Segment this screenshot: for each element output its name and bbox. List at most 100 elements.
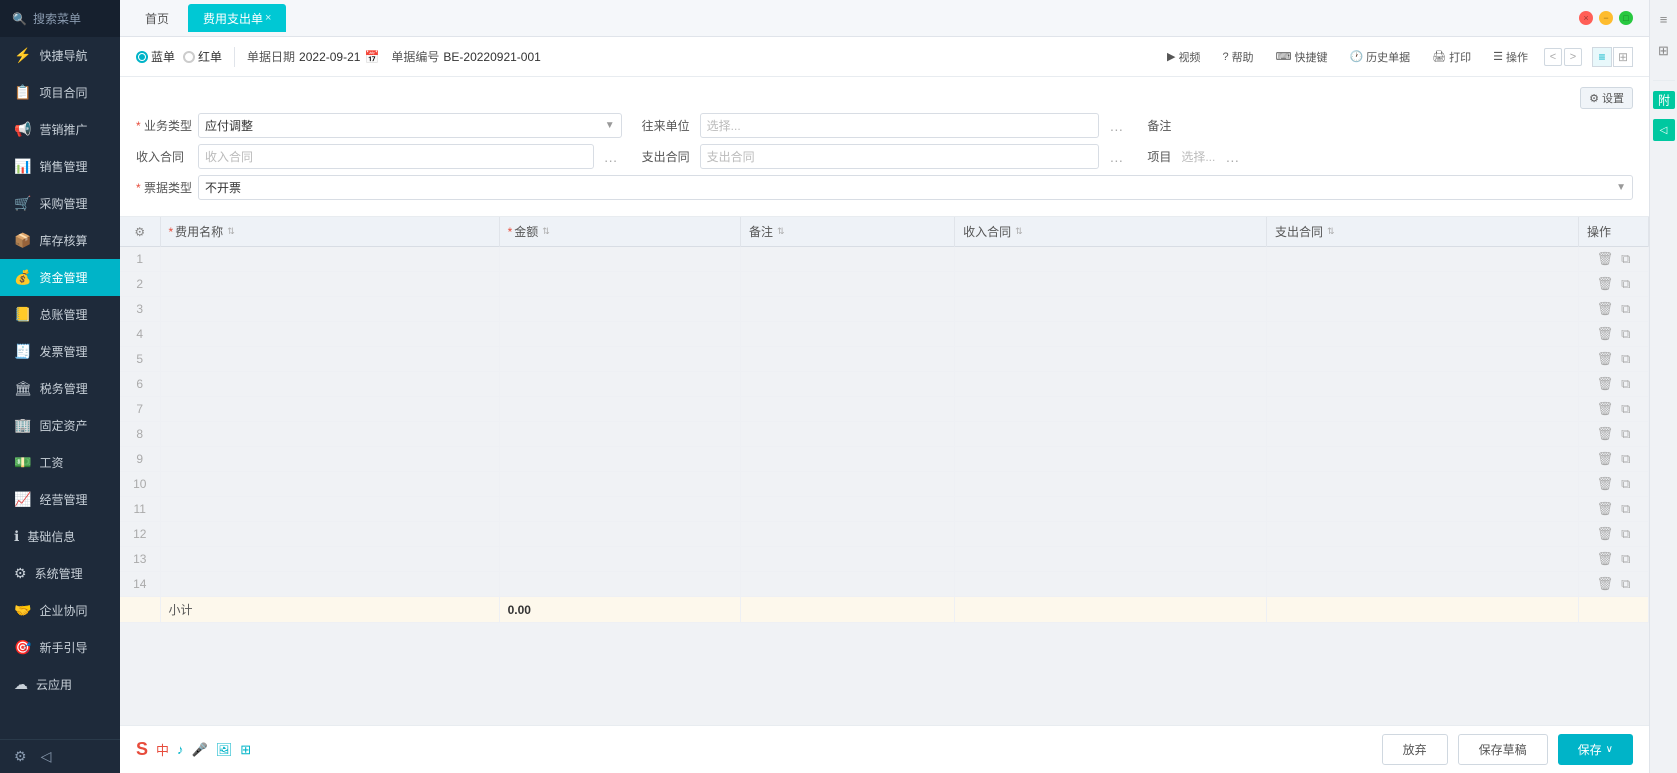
sidebar-item-operations[interactable]: 📈 经营管理 — [0, 481, 120, 518]
row-remark-8[interactable] — [740, 422, 954, 447]
row-remark-9[interactable] — [740, 447, 954, 472]
shortcut-button[interactable]: ⌨ 快捷键 — [1270, 47, 1334, 67]
row-remark-1[interactable] — [740, 247, 954, 272]
row-expense-name-11[interactable] — [160, 497, 499, 522]
row-income-contract-8[interactable] — [955, 422, 1267, 447]
row-delete-icon-7[interactable]: 🗑 — [1597, 401, 1614, 417]
window-maximize-button[interactable]: □ — [1619, 11, 1633, 25]
row-remark-13[interactable] — [740, 547, 954, 572]
row-expense-contract-4[interactable] — [1267, 322, 1579, 347]
row-remark-7[interactable] — [740, 397, 954, 422]
row-expense-contract-2[interactable] — [1267, 272, 1579, 297]
view-grid-button[interactable]: ⊞ — [1613, 47, 1633, 67]
row-expense-contract-12[interactable] — [1267, 522, 1579, 547]
partner-dots[interactable]: … — [1105, 118, 1127, 134]
row-expense-contract-9[interactable] — [1267, 447, 1579, 472]
expense-contract-select[interactable]: 支出合同 — [700, 144, 1100, 169]
audio-icon[interactable]: ◁ — [41, 748, 52, 765]
row-delete-icon-8[interactable]: 🗑 — [1597, 426, 1614, 442]
row-expense-name-12[interactable] — [160, 522, 499, 547]
calendar-icon[interactable]: 📅 — [364, 50, 379, 64]
business-type-select[interactable]: 应付调整 ▼ — [198, 113, 622, 138]
settings-icon[interactable]: ⚙ — [14, 748, 27, 765]
sidebar-item-project-contract[interactable]: 📋 项目合同 — [0, 74, 120, 111]
row-remark-2[interactable] — [740, 272, 954, 297]
row-income-contract-6[interactable] — [955, 372, 1267, 397]
row-income-contract-4[interactable] — [955, 322, 1267, 347]
s-icon[interactable]: S — [136, 739, 148, 760]
row-copy-icon-5[interactable]: ⧉ — [1621, 351, 1630, 367]
row-delete-icon-14[interactable]: 🗑 — [1597, 576, 1614, 592]
project-dots[interactable]: … — [1221, 149, 1243, 165]
radio-blue[interactable]: 蓝单 — [136, 48, 175, 65]
row-remark-11[interactable] — [740, 497, 954, 522]
row-expense-name-14[interactable] — [160, 572, 499, 597]
tab-home[interactable]: 首页 — [130, 4, 184, 32]
chinese-icon[interactable]: 中 — [156, 740, 169, 759]
sidebar-item-enterprise[interactable]: 🤝 企业协同 — [0, 592, 120, 629]
row-amount-1[interactable] — [499, 247, 740, 272]
row-expense-contract-14[interactable] — [1267, 572, 1579, 597]
row-remark-6[interactable] — [740, 372, 954, 397]
sidebar-item-basic-info[interactable]: ℹ 基础信息 — [0, 518, 120, 555]
row-amount-5[interactable] — [499, 347, 740, 372]
row-expense-contract-7[interactable] — [1267, 397, 1579, 422]
row-delete-icon-6[interactable]: 🗑 — [1597, 376, 1614, 392]
sidebar-item-inventory[interactable]: 📦 库存核算 — [0, 222, 120, 259]
sidebar-item-purchase[interactable]: 🛒 采购管理 — [0, 185, 120, 222]
row-expense-name-10[interactable] — [160, 472, 499, 497]
row-income-contract-2[interactable] — [955, 272, 1267, 297]
window-close-button[interactable]: × — [1579, 11, 1593, 25]
row-copy-icon-7[interactable]: ⧉ — [1621, 401, 1630, 417]
row-expense-contract-1[interactable] — [1267, 247, 1579, 272]
row-delete-icon-13[interactable]: 🗑 — [1597, 551, 1614, 567]
row-income-contract-9[interactable] — [955, 447, 1267, 472]
row-expense-contract-10[interactable] — [1267, 472, 1579, 497]
row-remark-10[interactable] — [740, 472, 954, 497]
row-income-contract-7[interactable] — [955, 397, 1267, 422]
row-expense-name-7[interactable] — [160, 397, 499, 422]
sidebar-search[interactable]: 🔍 搜索菜单 — [0, 0, 120, 37]
row-copy-icon-14[interactable]: ⧉ — [1621, 576, 1630, 592]
view-list-button[interactable]: ≡ — [1592, 47, 1612, 67]
row-income-contract-5[interactable] — [955, 347, 1267, 372]
row-delete-icon-1[interactable]: 🗑 — [1597, 251, 1614, 267]
row-expense-name-9[interactable] — [160, 447, 499, 472]
video-button[interactable]: ▶ 视频 — [1161, 47, 1206, 67]
row-amount-7[interactable] — [499, 397, 740, 422]
row-delete-icon-10[interactable]: 🗑 — [1597, 476, 1614, 492]
row-amount-12[interactable] — [499, 522, 740, 547]
row-remark-14[interactable] — [740, 572, 954, 597]
th-settings[interactable]: ⚙ — [120, 217, 160, 247]
row-copy-icon-8[interactable]: ⧉ — [1621, 426, 1630, 442]
row-expense-name-13[interactable] — [160, 547, 499, 572]
image-icon[interactable]: 🖼 — [216, 742, 233, 758]
row-expense-contract-8[interactable] — [1267, 422, 1579, 447]
row-expense-contract-3[interactable] — [1267, 297, 1579, 322]
settings-button[interactable]: ⚙ 设置 — [1580, 87, 1633, 109]
row-remark-3[interactable] — [740, 297, 954, 322]
nav-prev-button[interactable]: < — [1544, 48, 1562, 66]
window-minimize-button[interactable]: − — [1599, 11, 1613, 25]
row-amount-8[interactable] — [499, 422, 740, 447]
row-income-contract-13[interactable] — [955, 547, 1267, 572]
save-button[interactable]: 保存 ∨ — [1558, 734, 1633, 765]
row-income-contract-10[interactable] — [955, 472, 1267, 497]
row-expense-name-8[interactable] — [160, 422, 499, 447]
invoice-type-select[interactable]: 不开票 ▼ — [198, 175, 1633, 200]
sidebar-item-tax[interactable]: 🏛 税务管理 — [0, 370, 120, 407]
sort-icon-expense-contract[interactable]: ⇅ — [1327, 226, 1335, 237]
sort-icon-income-contract[interactable]: ⇅ — [1015, 226, 1023, 237]
mic-icon[interactable]: 🎤 — [192, 742, 208, 758]
table-gear-icon[interactable]: ⚙ — [134, 225, 145, 239]
row-income-contract-14[interactable] — [955, 572, 1267, 597]
partner-select[interactable]: 选择... — [700, 113, 1100, 138]
tab-expense[interactable]: 费用支出单 × — [188, 4, 286, 32]
sidebar-item-quick-nav[interactable]: ⚡ 快捷导航 — [0, 37, 120, 74]
sidebar-item-invoice[interactable]: 🧾 发票管理 — [0, 333, 120, 370]
row-income-contract-3[interactable] — [955, 297, 1267, 322]
row-remark-12[interactable] — [740, 522, 954, 547]
row-amount-2[interactable] — [499, 272, 740, 297]
row-copy-icon-6[interactable]: ⧉ — [1621, 376, 1630, 392]
sidebar-item-accounting[interactable]: 📒 总账管理 — [0, 296, 120, 333]
